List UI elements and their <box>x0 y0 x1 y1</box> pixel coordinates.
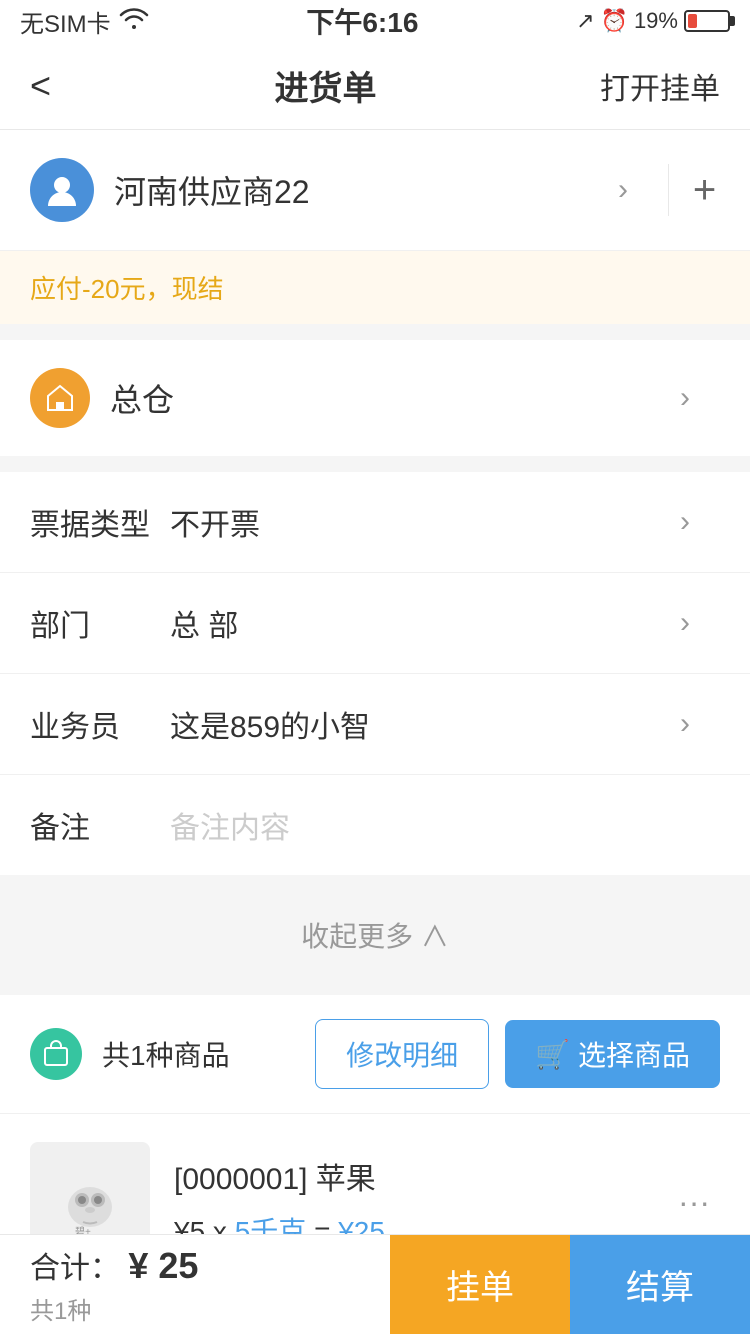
page-title: 进货单 <box>275 61 377 110</box>
supplier-chevron-icon: › <box>618 173 628 207</box>
hang-button[interactable]: 挂单 <box>390 1235 570 1334</box>
warehouse-chevron-icon: › <box>680 381 690 415</box>
invoice-chevron-icon: › <box>680 505 690 539</box>
warehouse-section: 总仓 › <box>0 340 750 456</box>
person-icon <box>44 172 80 208</box>
status-left: 无SIM卡 <box>20 4 149 39</box>
more-button[interactable]: ··· <box>668 1174 720 1231</box>
house-icon <box>44 382 76 414</box>
warehouse-icon <box>30 368 90 428</box>
product-code: [0000001] <box>174 1163 316 1196</box>
salesman-label: 业务员 <box>30 702 170 746</box>
invoice-label: 票据类型 <box>30 500 170 544</box>
total-sub: 共1种 <box>30 1291 360 1326</box>
footer-total: 合计： ¥ 25 共1种 <box>0 1235 390 1334</box>
alarm-icon: ⏰ <box>601 8 628 34</box>
product-owl-icon: 碧+ <box>55 1167 125 1237</box>
add-button[interactable]: + <box>668 164 720 216</box>
modify-detail-button[interactable]: 修改明细 <box>315 1019 489 1089</box>
invoice-row[interactable]: 票据类型 不开票 › <box>0 472 750 573</box>
collapse-toggle[interactable]: 收起更多 ∧ <box>0 891 750 979</box>
footer: 合计： ¥ 25 共1种 挂单 结算 <box>0 1234 750 1334</box>
product-header: 共1种商品 修改明细 🛒 选择商品 <box>0 995 750 1114</box>
supplier-section: 河南供应商22 › + 应付-20元，现结 <box>0 130 750 324</box>
select-product-button[interactable]: 🛒 选择商品 <box>505 1020 720 1088</box>
select-product-icon: 🛒 <box>535 1038 570 1071</box>
status-right: ↗ ⏰ 19% <box>576 8 730 34</box>
remark-input[interactable]: 备注内容 <box>170 803 720 847</box>
supplier-row[interactable]: 河南供应商22 › + <box>0 130 750 251</box>
remark-row[interactable]: 备注 备注内容 <box>0 775 750 875</box>
total-label: 合计： <box>30 1252 120 1285</box>
back-button[interactable]: < <box>30 65 51 107</box>
battery-icon <box>684 10 730 32</box>
nav-bar: < 进货单 打开挂单 <box>0 42 750 130</box>
location-icon: ↗ <box>576 8 594 34</box>
open-hang-button[interactable]: 打开挂单 <box>600 64 720 108</box>
select-product-label: 选择商品 <box>578 1034 690 1074</box>
wifi-icon <box>119 7 149 36</box>
form-section: 票据类型 不开票 › 部门 总 部 › 业务员 这是859的小智 › 备注 备注… <box>0 472 750 875</box>
time-label: 下午6:16 <box>306 1 418 41</box>
warehouse-name: 总仓 <box>110 375 680 421</box>
salesman-row[interactable]: 业务员 这是859的小智 › <box>0 674 750 775</box>
salesman-value: 这是859的小智 <box>170 702 680 746</box>
product-title: 苹果 <box>316 1163 376 1196</box>
collapse-label: 收起更多 ∧ <box>301 921 449 952</box>
bag-icon <box>42 1040 70 1068</box>
department-label: 部门 <box>30 601 170 645</box>
department-row[interactable]: 部门 总 部 › <box>0 573 750 674</box>
notice-bar: 应付-20元，现结 <box>0 251 750 324</box>
department-chevron-icon: › <box>680 606 690 640</box>
main-content: 河南供应商22 › + 应付-20元，现结 总仓 › 票据类型 不开票 › 部门 <box>0 130 750 1290</box>
battery-percent: 19% <box>634 8 678 34</box>
salesman-chevron-icon: › <box>680 707 690 741</box>
product-name: [0000001] 苹果 <box>174 1154 668 1198</box>
department-value: 总 部 <box>170 601 680 645</box>
product-count-label: 共1种商品 <box>102 1034 315 1074</box>
invoice-value: 不开票 <box>170 500 680 544</box>
total-amount-row: 合计： ¥ 25 <box>30 1243 360 1287</box>
supplier-name: 河南供应商22 <box>114 167 618 213</box>
carrier-label: 无SIM卡 <box>20 4 111 39</box>
status-bar: 无SIM卡 下午6:16 ↗ ⏰ 19% <box>0 0 750 42</box>
total-amount: ¥ 25 <box>128 1245 198 1286</box>
checkout-button[interactable]: 结算 <box>570 1235 750 1334</box>
warehouse-row[interactable]: 总仓 › <box>0 340 750 456</box>
remark-label: 备注 <box>30 803 170 847</box>
product-list-icon <box>30 1028 82 1080</box>
supplier-avatar <box>30 158 94 222</box>
